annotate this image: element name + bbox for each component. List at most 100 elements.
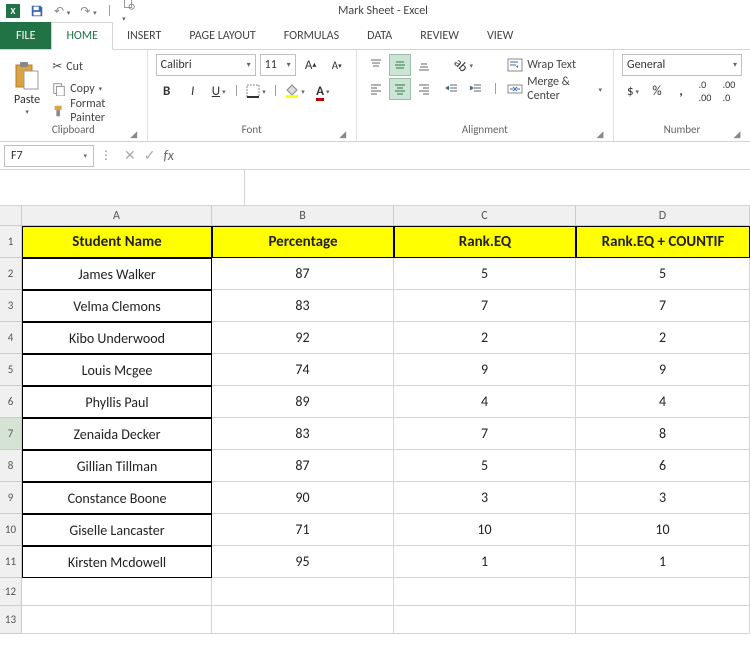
col-header-b[interactable]: B <box>212 206 394 226</box>
tab-view[interactable]: VIEW <box>473 22 527 49</box>
percent-format-button[interactable]: % <box>646 80 668 102</box>
cell[interactable] <box>394 606 576 634</box>
tab-home[interactable]: HOME <box>51 22 113 50</box>
cell-percentage[interactable]: 92 <box>212 322 394 354</box>
cell-rank-eq[interactable]: 10 <box>394 514 576 546</box>
italic-button[interactable]: I <box>182 80 204 102</box>
cell-percentage[interactable]: 89 <box>212 386 394 418</box>
cell-rank-countif[interactable]: 6 <box>576 450 750 482</box>
cell-student-name[interactable]: Constance Boone <box>22 482 212 514</box>
cell[interactable] <box>22 606 212 634</box>
cell-student-name[interactable]: Phyllis Paul <box>22 386 212 418</box>
row-header[interactable]: 5 <box>0 354 22 386</box>
tab-formulas[interactable]: FORMULAS <box>270 22 353 49</box>
cut-button[interactable]: ✂Cut <box>52 57 138 77</box>
row-header[interactable]: 2 <box>0 258 22 290</box>
row-header[interactable]: 8 <box>0 450 22 482</box>
tab-data[interactable]: DATA <box>353 22 406 49</box>
fill-color-button[interactable]: ▾ <box>282 80 308 102</box>
decrease-indent-icon[interactable] <box>441 78 463 100</box>
cell-rank-eq[interactable]: 3 <box>394 482 576 514</box>
underline-button[interactable]: U▾ <box>208 80 230 102</box>
redo-icon[interactable]: ↷ ▾ <box>80 4 96 19</box>
save-icon[interactable] <box>30 4 44 18</box>
align-center-icon[interactable] <box>389 78 411 100</box>
row-header[interactable]: 10 <box>0 514 22 546</box>
paste-dropdown-icon[interactable]: ▾ <box>25 107 29 116</box>
cell-student-name[interactable]: Zenaida Decker <box>22 418 212 450</box>
cell-rank-eq[interactable]: 7 <box>394 290 576 322</box>
cell-rank-countif[interactable]: 5 <box>576 258 750 290</box>
cell[interactable] <box>22 578 212 606</box>
wrap-text-button[interactable]: Wrap Text <box>504 54 605 76</box>
cell-student-name[interactable]: Giselle Lancaster <box>22 514 212 546</box>
cell-student-name[interactable]: Gillian Tillman <box>22 450 212 482</box>
cell-percentage[interactable]: 87 <box>212 258 394 290</box>
cell[interactable] <box>212 606 394 634</box>
cell-percentage[interactable]: 90 <box>212 482 394 514</box>
cell-percentage[interactable]: 71 <box>212 514 394 546</box>
header-cell[interactable]: Rank.EQ + COUNTIF <box>576 226 750 258</box>
cell[interactable] <box>394 578 576 606</box>
cell[interactable] <box>576 606 750 634</box>
paste-icon[interactable] <box>13 61 41 93</box>
cell-student-name[interactable]: James Walker <box>22 258 212 290</box>
orientation-button[interactable]: ab▾ <box>441 54 487 76</box>
paste-label[interactable]: Paste <box>14 93 40 107</box>
worksheet-grid[interactable]: A B C D 1 Student Name Percentage Rank.E… <box>0 206 750 634</box>
row-header[interactable]: 13 <box>0 606 22 634</box>
row-header[interactable]: 1 <box>0 226 22 258</box>
cell-rank-eq[interactable]: 9 <box>394 354 576 386</box>
col-header-d[interactable]: D <box>576 206 750 226</box>
format-painter-button[interactable]: Format Painter <box>52 101 138 121</box>
cell-rank-eq[interactable]: 5 <box>394 450 576 482</box>
cell[interactable] <box>212 578 394 606</box>
tab-insert[interactable]: INSERT <box>113 22 175 49</box>
cell-rank-countif[interactable]: 7 <box>576 290 750 322</box>
tab-review[interactable]: REVIEW <box>406 22 473 49</box>
name-box[interactable]: F7▾ <box>4 145 94 167</box>
tab-file[interactable]: FILE <box>0 22 51 49</box>
merge-center-button[interactable]: Merge & Center▾ <box>504 78 605 100</box>
enter-icon[interactable]: ✓ <box>144 147 156 164</box>
cancel-icon[interactable]: ✕ <box>124 147 136 164</box>
align-right-icon[interactable] <box>413 78 435 100</box>
cell-rank-countif[interactable]: 2 <box>576 322 750 354</box>
align-bottom-icon[interactable] <box>413 54 435 76</box>
col-header-c[interactable]: C <box>394 206 576 226</box>
cell-student-name[interactable]: Velma Clemons <box>22 290 212 322</box>
cell-rank-eq[interactable]: 1 <box>394 546 576 578</box>
cell-percentage[interactable]: 83 <box>212 290 394 322</box>
font-name-combo[interactable]: Calibri▾ <box>156 54 256 76</box>
fx-icon[interactable]: fx <box>163 147 173 164</box>
tab-page-layout[interactable]: PAGE LAYOUT <box>175 22 269 49</box>
row-header[interactable]: 7 <box>0 418 22 450</box>
cell-percentage[interactable]: 83 <box>212 418 394 450</box>
cell-rank-eq[interactable]: 4 <box>394 386 576 418</box>
cell-rank-countif[interactable]: 4 <box>576 386 750 418</box>
cell-rank-countif[interactable]: 1 <box>576 546 750 578</box>
row-header[interactable]: 3 <box>0 290 22 322</box>
accounting-format-button[interactable]: $▾ <box>622 80 644 102</box>
cell-percentage[interactable]: 87 <box>212 450 394 482</box>
row-header[interactable]: 9 <box>0 482 22 514</box>
cell-rank-countif[interactable]: 8 <box>576 418 750 450</box>
cell-percentage[interactable]: 95 <box>212 546 394 578</box>
undo-icon[interactable]: ↶ ▾ <box>54 4 70 19</box>
row-header[interactable]: 11 <box>0 546 22 578</box>
border-button[interactable]: ▾ <box>243 80 269 102</box>
select-all-corner[interactable] <box>0 206 22 226</box>
cell-rank-eq[interactable]: 5 <box>394 258 576 290</box>
alignment-dialog-launcher-icon[interactable]: ◢ <box>595 129 605 139</box>
cell-rank-countif[interactable]: 3 <box>576 482 750 514</box>
number-dialog-launcher-icon[interactable]: ◢ <box>732 129 742 139</box>
font-dialog-launcher-icon[interactable]: ◢ <box>338 129 348 139</box>
cell-student-name[interactable]: Louis Mcgee <box>22 354 212 386</box>
number-format-combo[interactable]: General▾ <box>622 54 742 76</box>
cell-student-name[interactable]: Kibo Underwood <box>22 322 212 354</box>
row-header[interactable]: 6 <box>0 386 22 418</box>
cell-rank-eq[interactable]: 7 <box>394 418 576 450</box>
clipboard-dialog-launcher-icon[interactable]: ◢ <box>129 129 139 139</box>
increase-indent-icon[interactable] <box>465 78 487 100</box>
align-left-icon[interactable] <box>365 78 387 100</box>
